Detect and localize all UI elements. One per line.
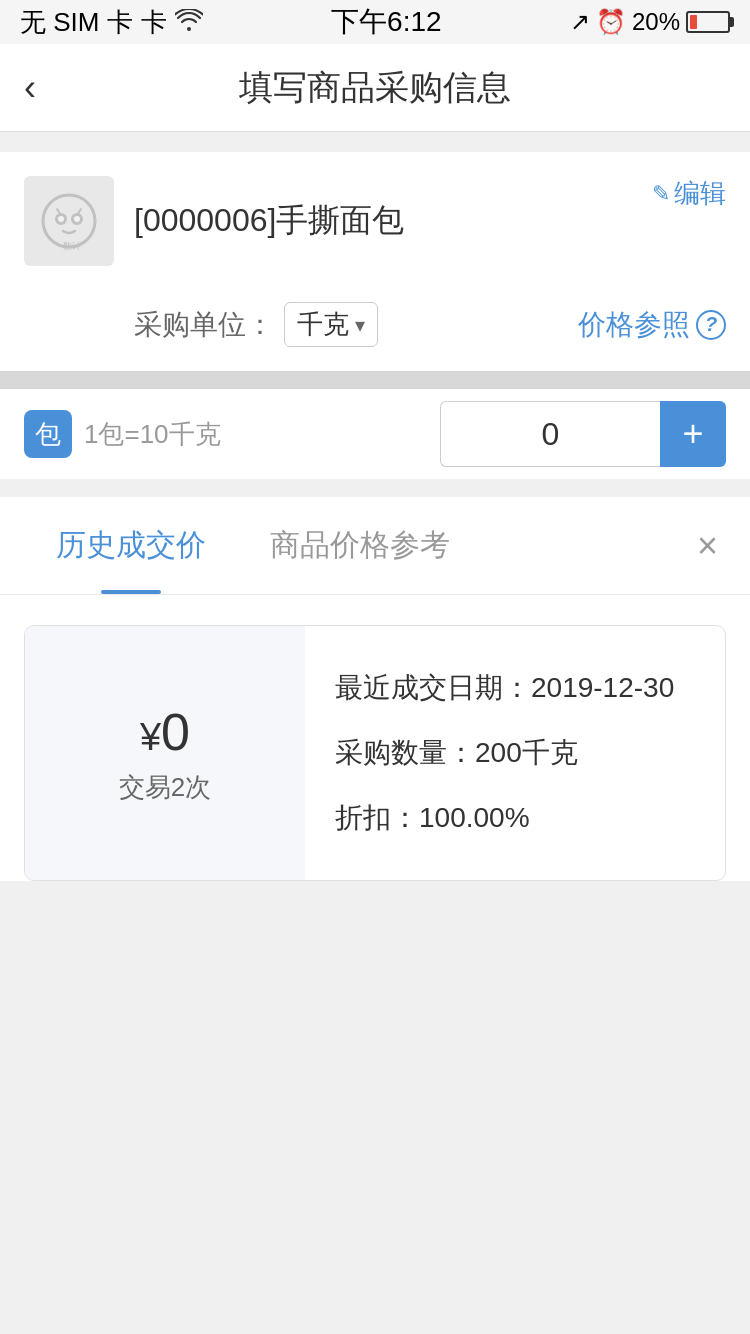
status-right: ↗ ⏰ 20% [570,8,730,36]
unit-conversion: 1包=10千克 [84,417,221,452]
unit-dropdown-arrow: ▾ [355,313,365,337]
tab-items: 历史成交价 商品价格参考 [24,497,482,594]
quantity-row: 包 1包=10千克 + [0,389,750,479]
product-unit-row: 采购单位： 千克 ▾ 价格参照 ? [134,286,726,371]
unit-badge: 包 [24,410,72,458]
unit-info: 包 1包=10千克 [24,410,221,458]
tab-close-button[interactable]: × [689,517,726,575]
qty-label: 采购数量： [335,737,475,768]
gray-divider [0,371,750,389]
product-left: 数计 [0000006]手撕面包 [24,176,404,266]
edit-button[interactable]: ✎ 编辑 [652,176,726,211]
quantity-control: + [440,401,726,467]
status-time: 下午6:12 [331,3,442,41]
tab-price-reference[interactable]: 商品价格参考 [238,497,482,594]
sim-icon: 卡 [141,5,167,40]
history-trades: 交易2次 [119,770,211,805]
history-date: 最近成交日期：2019-12-30 [335,666,695,711]
history-discount: 折扣：100.00% [335,796,695,841]
history-card-right: 最近成交日期：2019-12-30 采购数量：200千克 折扣：100.00% [305,626,725,880]
page-title: 填写商品采购信息 [239,65,511,111]
history-card: ¥0 交易2次 最近成交日期：2019-12-30 采购数量：200千克 折扣：… [24,625,726,881]
location-icon: ↗ [570,8,590,36]
status-bar: 无 SIM 卡 卡 下午6:12 ↗ ⏰ 20% [0,0,750,44]
tab-panel: 历史成交价 商品价格参考 × ¥0 交易2次 最近成交日期：2019-12-30… [0,497,750,881]
price-amount: 0 [161,703,190,761]
svg-point-4 [74,216,80,222]
price-ref-label: 价格参照 [578,306,690,344]
battery-icon [686,11,730,33]
edit-label: 编辑 [674,176,726,211]
tab-history-price[interactable]: 历史成交价 [24,497,238,594]
yen-symbol: ¥ [140,716,161,758]
history-price: ¥0 [140,702,190,762]
tab-history-price-label: 历史成交价 [56,528,206,561]
history-qty: 采购数量：200千克 [335,731,695,776]
tab-header: 历史成交价 商品价格参考 × [0,497,750,595]
svg-point-0 [43,195,95,247]
edit-icon: ✎ [652,181,670,207]
bottom-space [0,911,750,1334]
product-name: [0000006]手撕面包 [134,199,404,243]
quantity-input[interactable] [440,401,660,467]
svg-point-3 [58,216,64,222]
unit-select[interactable]: 千克 ▾ [284,302,378,347]
unit-label: 采购单位： [134,306,274,344]
battery-percent: 20% [632,8,680,36]
discount-value: 100.00% [419,802,530,833]
product-card: 数计 [0000006]手撕面包 ✎ 编辑 采购单位： 千克 ▾ 价格参照 ? [0,152,750,371]
quantity-plus-button[interactable]: + [660,401,726,467]
back-button[interactable]: ‹ [24,67,36,109]
price-ref-info-icon: ? [696,310,726,340]
tab-price-reference-label: 商品价格参考 [270,528,450,561]
wifi-icon [175,7,203,38]
qty-value: 200千克 [475,737,578,768]
date-label: 最近成交日期： [335,672,531,703]
carrier-text: 无 SIM 卡 [20,5,133,40]
unit-value: 千克 [297,307,349,342]
svg-text:数计: 数计 [63,241,81,251]
nav-bar: ‹ 填写商品采购信息 [0,44,750,132]
date-value: 2019-12-30 [531,672,674,703]
product-thumbnail: 数计 [24,176,114,266]
history-card-left: ¥0 交易2次 [25,626,305,880]
status-left: 无 SIM 卡 卡 [20,5,203,40]
price-ref-button[interactable]: 价格参照 ? [578,306,726,344]
alarm-icon: ⏰ [596,8,626,36]
discount-label: 折扣： [335,802,419,833]
product-header: 数计 [0000006]手撕面包 ✎ 编辑 [24,176,726,286]
